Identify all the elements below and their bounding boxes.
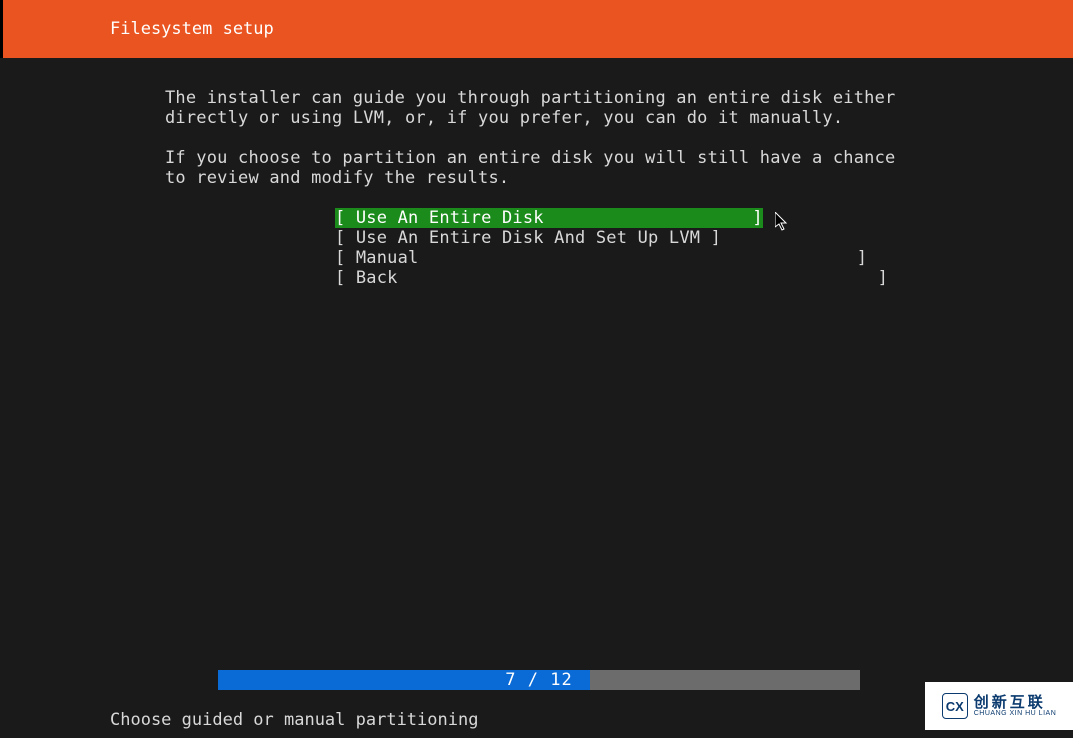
watermark-badge: CX 创新互联 CHUANG XIN HU LIAN [925, 682, 1073, 730]
header-bar: Filesystem setup [0, 0, 1073, 58]
menu-use-entire-disk-lvm[interactable]: [ Use An Entire Disk And Set Up LVM ] [335, 228, 993, 248]
watermark-en: CHUANG XIN HU LIAN [974, 710, 1057, 717]
menu-back[interactable]: [ Back ] [335, 268, 993, 288]
page-title: Filesystem setup [110, 19, 274, 39]
watermark-icon: CX [942, 693, 968, 719]
main-content: The installer can guide you through part… [0, 58, 1073, 288]
intro-paragraph-1: The installer can guide you through part… [165, 88, 993, 128]
progress-bar: 7 / 12 [218, 670, 860, 690]
menu-manual[interactable]: [ Manual ] [335, 248, 993, 268]
watermark-cn: 创新互联 [974, 695, 1057, 710]
intro-paragraph-2: If you choose to partition an entire dis… [165, 148, 993, 188]
progress-label: 7 / 12 [218, 670, 860, 690]
partition-menu: [ Use An Entire Disk ] [ Use An Entire D… [335, 208, 993, 288]
footer-hint: Choose guided or manual partitioning [110, 710, 478, 730]
menu-use-entire-disk[interactable]: [ Use An Entire Disk ] [335, 208, 763, 228]
